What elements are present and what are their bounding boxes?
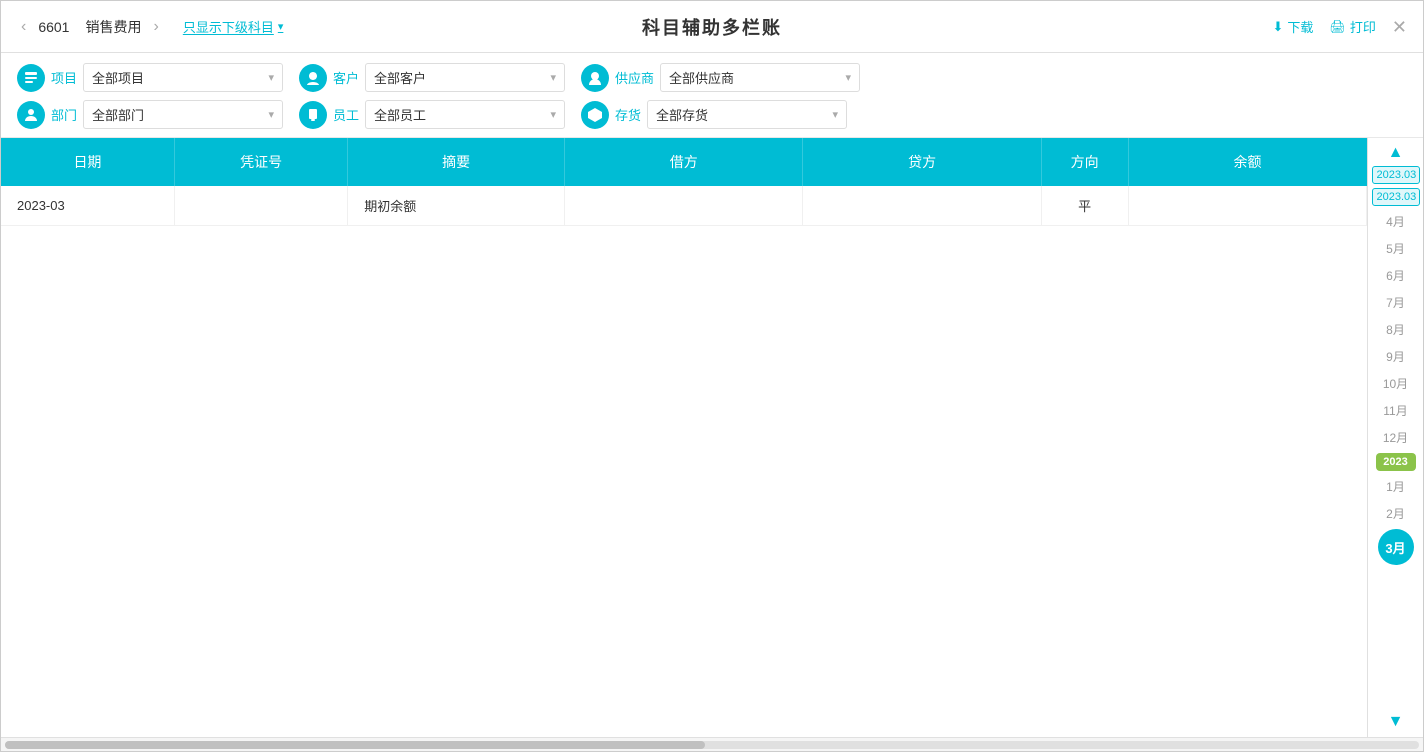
month-item-9[interactable]: 2023 bbox=[1376, 453, 1416, 471]
employee-label: 员工 bbox=[333, 105, 359, 124]
top-actions: ⬇ 下载 🖨 打印 bbox=[1272, 17, 1375, 36]
print-icon: 🖨 bbox=[1329, 19, 1346, 35]
col-date: 日期 bbox=[1, 138, 174, 186]
month-item-11[interactable]: 2月 bbox=[1376, 500, 1416, 527]
horizontal-scrollbar[interactable] bbox=[1, 737, 1423, 751]
employee-icon bbox=[299, 101, 327, 129]
col-credit: 贷方 bbox=[803, 138, 1041, 186]
account-code: 6601 bbox=[38, 19, 69, 35]
cell-1 bbox=[174, 186, 347, 226]
col-direction: 方向 bbox=[1041, 138, 1128, 186]
project-icon bbox=[17, 64, 45, 92]
scrollbar-track bbox=[5, 741, 1419, 749]
month-item-5[interactable]: 9月 bbox=[1376, 343, 1416, 370]
supplier-icon bbox=[581, 64, 609, 92]
table-wrapper[interactable]: 日期 凭证号 摘要 借方 贷方 方向 余额 2023-03 期初余额 平 bbox=[1, 138, 1367, 737]
print-label: 打印 bbox=[1350, 17, 1376, 36]
show-sub-arrow-icon: ▾ bbox=[278, 20, 284, 33]
employee-select-arrow: ▾ bbox=[551, 108, 557, 121]
stock-icon bbox=[581, 101, 609, 129]
show-sub-label: 只显示下级科目 bbox=[183, 17, 274, 36]
account-name: 销售费用 bbox=[85, 17, 141, 37]
dept-select[interactable]: 全部部门 ▾ bbox=[83, 100, 283, 129]
table-header-row: 日期 凭证号 摘要 借方 贷方 方向 余额 bbox=[1, 138, 1367, 186]
supplier-value: 全部供应商 bbox=[669, 68, 734, 87]
project-select-arrow: ▾ bbox=[268, 71, 274, 84]
filter-supplier: 供应商 全部供应商 ▾ bbox=[581, 63, 860, 92]
scrollbar-thumb[interactable] bbox=[5, 741, 705, 749]
month-item-6[interactable]: 10月 bbox=[1376, 370, 1416, 397]
month-item-12[interactable]: 3月 bbox=[1378, 529, 1414, 565]
month-item-2[interactable]: 6月 bbox=[1376, 262, 1416, 289]
download-icon: ⬇ bbox=[1272, 19, 1283, 35]
stock-value: 全部存货 bbox=[656, 105, 708, 124]
filter-employee: 员工 全部员工 ▾ bbox=[299, 100, 565, 129]
stock-select[interactable]: 全部存货 ▾ bbox=[647, 100, 847, 129]
show-sub-dropdown[interactable]: 只显示下级科目 ▾ bbox=[183, 17, 284, 36]
dept-icon bbox=[17, 101, 45, 129]
cell-0: 2023-03 bbox=[1, 186, 174, 226]
filter-row-2: 部门 全部部门 ▾ 员工 全部员工 ▾ bbox=[17, 100, 1407, 129]
filter-customer: 客户 全部客户 ▾ bbox=[299, 63, 565, 92]
dept-value: 全部部门 bbox=[92, 105, 144, 124]
close-button[interactable]: ✕ bbox=[1392, 18, 1407, 36]
month-item-0[interactable]: 4月 bbox=[1376, 208, 1416, 235]
cell-3 bbox=[565, 186, 803, 226]
cell-6 bbox=[1128, 186, 1366, 226]
month-item-10[interactable]: 1月 bbox=[1376, 473, 1416, 500]
ledger-table: 日期 凭证号 摘要 借方 贷方 方向 余额 2023-03 期初余额 平 bbox=[1, 138, 1367, 226]
cell-2: 期初余额 bbox=[348, 186, 565, 226]
download-button[interactable]: ⬇ 下载 bbox=[1272, 17, 1313, 36]
cell-5: 平 bbox=[1041, 186, 1128, 226]
supplier-select[interactable]: 全部供应商 ▾ bbox=[660, 63, 860, 92]
project-label: 项目 bbox=[51, 68, 77, 87]
month-selected-top-1[interactable]: 2023.03 bbox=[1372, 166, 1420, 184]
filter-row-1: 项目 全部项目 ▾ 客户 全部客户 ▾ bbox=[17, 63, 1407, 92]
customer-icon bbox=[299, 64, 327, 92]
filter-bar: 项目 全部项目 ▾ 客户 全部客户 ▾ bbox=[1, 53, 1423, 138]
dept-select-arrow: ▾ bbox=[268, 108, 274, 121]
customer-select[interactable]: 全部客户 ▾ bbox=[365, 63, 565, 92]
month-selected-top-2[interactable]: 2023.03 bbox=[1372, 188, 1420, 206]
month-item-3[interactable]: 7月 bbox=[1376, 289, 1416, 316]
month-sidebar: ▲ 2023.03 2023.03 4月5月6月7月8月9月10月11月12月 2… bbox=[1367, 138, 1423, 737]
employee-value: 全部员工 bbox=[374, 105, 426, 124]
top-bar: ‹ 6601 销售费用 › 只显示下级科目 ▾ 科目辅助多栏账 ⬇ 下载 🖨 打… bbox=[1, 1, 1423, 53]
main-window: ‹ 6601 销售费用 › 只显示下级科目 ▾ 科目辅助多栏账 ⬇ 下载 🖨 打… bbox=[0, 0, 1424, 752]
month-nav-up[interactable]: ▲ bbox=[1388, 142, 1404, 164]
customer-label: 客户 bbox=[333, 68, 359, 87]
col-debit: 借方 bbox=[565, 138, 803, 186]
filter-dept: 部门 全部部门 ▾ bbox=[17, 100, 283, 129]
month-item-1[interactable]: 5月 bbox=[1376, 235, 1416, 262]
stock-label: 存货 bbox=[615, 105, 641, 124]
month-item-8[interactable]: 12月 bbox=[1376, 424, 1416, 451]
main-area: 日期 凭证号 摘要 借方 贷方 方向 余额 2023-03 期初余额 平 ▲ 202… bbox=[1, 138, 1423, 737]
customer-select-arrow: ▾ bbox=[551, 71, 557, 84]
project-select[interactable]: 全部项目 ▾ bbox=[83, 63, 283, 92]
filter-stock: 存货 全部存货 ▾ bbox=[581, 100, 847, 129]
page-title: 科目辅助多栏账 bbox=[642, 14, 782, 40]
cell-4 bbox=[803, 186, 1041, 226]
col-summary: 摘要 bbox=[348, 138, 565, 186]
employee-select[interactable]: 全部员工 ▾ bbox=[365, 100, 565, 129]
project-value: 全部项目 bbox=[92, 68, 144, 87]
next-account-arrow[interactable]: › bbox=[149, 18, 162, 36]
supplier-label: 供应商 bbox=[615, 68, 654, 87]
prev-account-arrow[interactable]: ‹ bbox=[17, 18, 30, 36]
dept-label: 部门 bbox=[51, 105, 77, 124]
month-item-7[interactable]: 11月 bbox=[1376, 397, 1416, 424]
stock-select-arrow: ▾ bbox=[833, 108, 839, 121]
print-button[interactable]: 🖨 打印 bbox=[1329, 17, 1376, 36]
supplier-select-arrow: ▾ bbox=[846, 71, 852, 84]
col-voucher: 凭证号 bbox=[174, 138, 347, 186]
table-row: 2023-03 期初余额 平 bbox=[1, 186, 1367, 226]
download-label: 下载 bbox=[1287, 17, 1313, 36]
month-item-4[interactable]: 8月 bbox=[1376, 316, 1416, 343]
customer-value: 全部客户 bbox=[374, 68, 426, 87]
filter-project: 项目 全部项目 ▾ bbox=[17, 63, 283, 92]
month-nav-down[interactable]: ▼ bbox=[1388, 711, 1404, 733]
col-balance: 余额 bbox=[1128, 138, 1366, 186]
